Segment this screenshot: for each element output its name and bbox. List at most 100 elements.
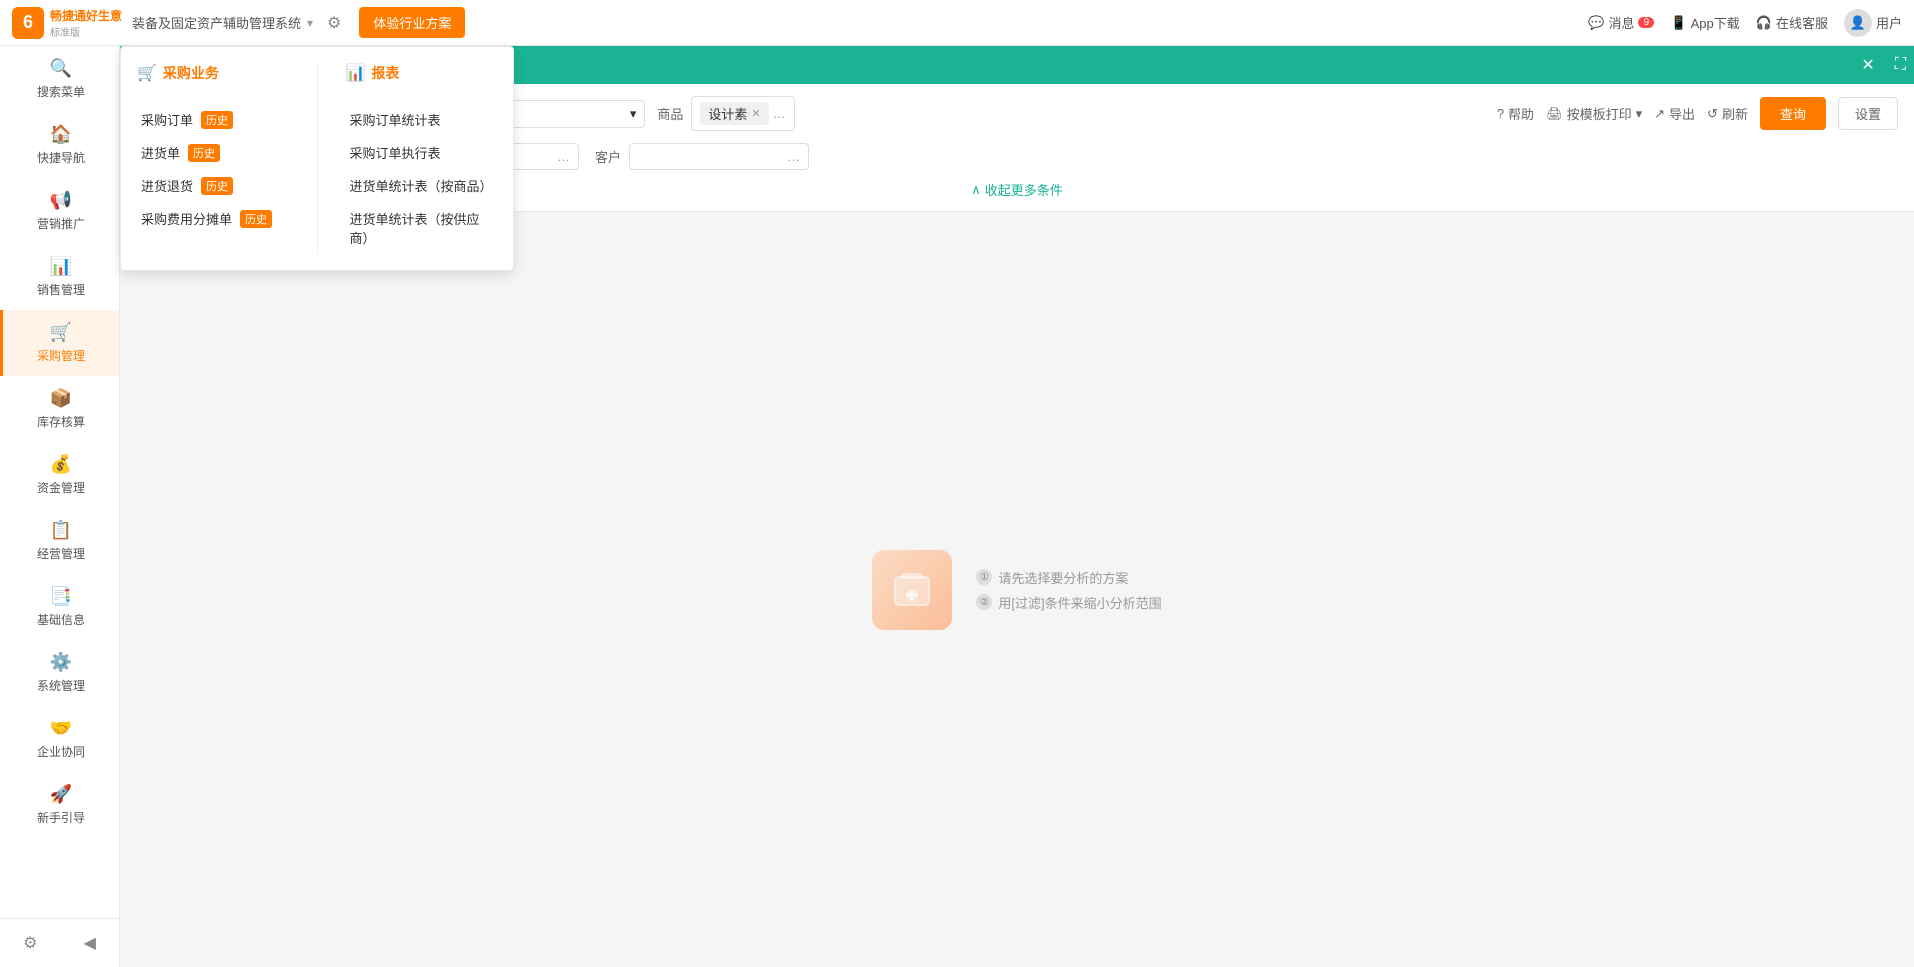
inventory-icon: 📦 [50,388,72,409]
customer-label: 客户 [595,147,621,166]
settings-button[interactable]: 设置 [1838,97,1898,130]
purchase-icon: 🛒 [50,322,72,343]
logo-text: 畅捷通好生意 标准版 [50,7,122,39]
sidebar-label-basic-info: 基础信息 [37,611,85,628]
goods-label: 商品 [657,104,683,123]
query-button[interactable]: 查询 [1760,97,1826,130]
purchase-dropdown-menu: 🛒 采购业务 采购订单 历史 进货单 历史 进货退货 历史 采购费用分摊单 历史… [120,46,514,271]
sidebar-label-marketing: 营销推广 [37,215,85,232]
filter-toolbar-right: ? 帮助 🖨 按模板打印 ▾ ↗ 导出 ↺ 刷新 [1497,97,1898,130]
goods-more-dots[interactable]: … [773,106,786,121]
goods-tag-remove[interactable]: ✕ [751,107,760,120]
sidebar-item-enterprise[interactable]: 🤝 企业协同 [0,706,119,772]
sidebar-item-purchase[interactable]: 🛒 采购管理 [0,310,119,376]
salesperson-dots[interactable]: … [557,149,570,164]
sidebar-item-finance[interactable]: 💰 资金管理 [0,442,119,508]
system-icon: ⚙️ [50,652,72,673]
history-badge-0: 历史 [201,111,233,129]
menu-item-purchase-order[interactable]: 采购订单 历史 [137,103,289,136]
sidebar-item-marketing[interactable]: 📢 营销推广 [0,178,119,244]
print-chevron-icon: ▾ [1636,106,1643,122]
app-download-button[interactable]: 📱 App下载 [1670,13,1739,32]
home-icon: 🏠 [50,124,72,145]
empty-tip-1: ① 请先选择要分析的方案 [976,568,1161,587]
purchase-section-icon: 🛒 [137,63,157,83]
sidebar-collapse-button[interactable]: ◀ [76,929,104,957]
sidebar-item-guide[interactable]: 🚀 新手引导 [0,772,119,838]
history-badge-2: 历史 [201,177,233,195]
marketing-icon: 📢 [50,190,72,211]
sidebar-label-search: 搜索菜单 [37,83,85,100]
empty-illustration [872,550,952,630]
help-icon: ? [1497,106,1504,121]
refresh-button[interactable]: ↺ 刷新 [1707,104,1748,123]
sales-icon: 📊 [50,256,72,277]
avatar: 👤 [1844,9,1872,37]
report-section-title: 📊 报表 [346,63,498,91]
window-close-button[interactable]: ✕ [1849,55,1886,75]
sidebar-label-guide: 新手引导 [37,809,85,826]
report-section: 📊 报表 采购订单统计表 采购订单执行表 进货单统计表（按商品） 进货单统计表（… [346,63,498,254]
sidebar-item-basic-info[interactable]: 📑 基础信息 [0,574,119,640]
goods-select[interactable]: 设计素 ✕ … [691,96,794,131]
sidebar-item-sales[interactable]: 📊 销售管理 [0,244,119,310]
template-print-button[interactable]: 🖨 按模板打印 ▾ [1546,104,1642,123]
menu-item-inbound-stats-supplier[interactable]: 进货单统计表（按供应商） [346,202,498,254]
help-button[interactable]: ? 帮助 [1497,104,1534,123]
headset-icon: 🎧 [1756,15,1772,31]
menu-item-inbound[interactable]: 进货单 历史 [137,136,289,169]
goods-filter-group: 商品 设计素 ✕ … [657,96,794,131]
sidebar-label-quick-nav: 快捷导航 [37,149,85,166]
menu-item-po-stats[interactable]: 采购订单统计表 [346,103,498,136]
sidebar-label-operations: 经营管理 [37,545,85,562]
tip-dot-1: ① [976,569,992,585]
user-button[interactable]: 👤 用户 [1844,9,1902,37]
sidebar-item-quick-nav[interactable]: 🏠 快捷导航 [0,112,119,178]
customer-filter-group: 客户 … [595,143,809,170]
empty-tips: ① 请先选择要分析的方案 ② 用[过滤]条件来缩小分析范围 [976,568,1161,612]
sidebar-settings-button[interactable]: ⚙ [15,929,45,957]
empty-tip-2: ② 用[过滤]条件来缩小分析范围 [976,593,1161,612]
sidebar-label-inventory: 库存核算 [37,413,85,430]
doc-status-select[interactable]: ▾ [505,100,645,128]
menu-item-inbound-stats-product[interactable]: 进货单统计表（按商品） [346,169,498,202]
logo-icon: 6 [12,7,44,39]
window-resize-button[interactable]: ⛶ [1887,56,1914,74]
logo-area: 6 畅捷通好生意 标准版 [12,7,132,39]
guide-icon: 🚀 [50,784,72,805]
sidebar-label-enterprise: 企业协同 [37,743,85,760]
sidebar-item-inventory[interactable]: 📦 库存核算 [0,376,119,442]
online-service-button[interactable]: 🎧 在线客服 [1756,13,1828,32]
purchase-section: 🛒 采购业务 采购订单 历史 进货单 历史 进货退货 历史 采购费用分摊单 历史 [137,63,289,254]
sidebar-label-sales: 销售管理 [37,281,85,298]
menu-item-cost-allocation[interactable]: 采购费用分摊单 历史 [137,202,289,235]
collapse-button[interactable]: ∧ 收起更多条件 [971,180,1063,199]
message-icon: 💬 [1588,15,1604,31]
customer-dots[interactable]: … [787,149,800,164]
message-button[interactable]: 💬 消息 9 [1588,13,1654,32]
search-icon: 🔍 [50,58,72,79]
system-chevron-icon[interactable]: ▾ [307,16,313,30]
sidebar-item-operations[interactable]: 📋 经营管理 [0,508,119,574]
history-badge-1: 历史 [188,144,220,162]
refresh-icon: ↺ [1707,106,1718,122]
sidebar-item-system[interactable]: ⚙️ 系统管理 [0,640,119,706]
sidebar-label-finance: 资金管理 [37,479,85,496]
doc-status-chevron: ▾ [630,106,637,122]
print-icon: 🖨 [1546,106,1563,122]
top-bar: 6 畅捷通好生意 标准版 装备及固定资产辅助管理系统 ▾ ⚙ 体验行业方案 💬 … [0,0,1914,46]
customer-select[interactable]: … [629,143,809,170]
phone-icon: 📱 [1670,15,1686,31]
sidebar-item-search[interactable]: 🔍 搜索菜单 [0,46,119,112]
menu-item-po-exec[interactable]: 采购订单执行表 [346,136,498,169]
sidebar-bottom: ⚙ ◀ [0,918,119,967]
top-right: 💬 消息 9 📱 App下载 🎧 在线客服 👤 用户 [1588,9,1902,37]
message-badge: 9 [1638,17,1654,28]
trial-button[interactable]: 体验行业方案 [359,7,465,38]
system-settings-icon[interactable]: ⚙ [327,13,341,33]
sidebar: 🔍 搜索菜单 🏠 快捷导航 📢 营销推广 📊 销售管理 🛒 采购管理 📦 库存核… [0,46,120,967]
history-badge-3: 历史 [240,210,272,228]
export-button[interactable]: ↗ 导出 [1654,104,1695,123]
enterprise-icon: 🤝 [50,718,72,739]
menu-item-return[interactable]: 进货退货 历史 [137,169,289,202]
